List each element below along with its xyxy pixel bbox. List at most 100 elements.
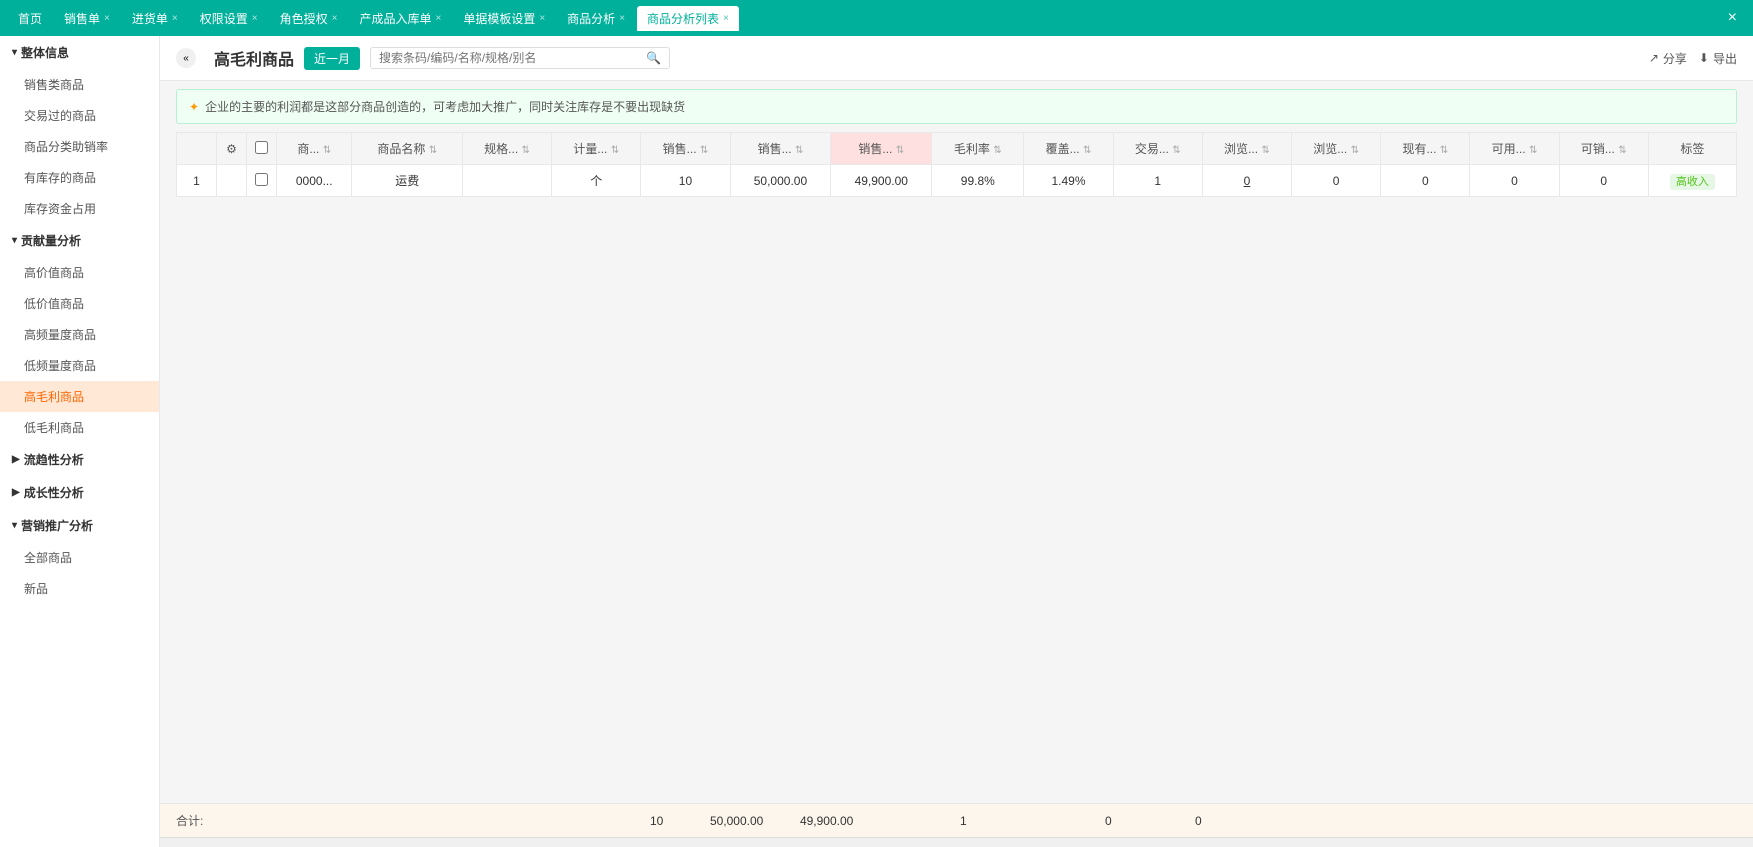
close-all-button[interactable]: ×	[1720, 9, 1745, 27]
sort-icon-amount: ⇅	[795, 145, 803, 156]
sidebar-item-low-freq[interactable]: 低频量度商品	[0, 350, 159, 381]
search-icon[interactable]: 🔍	[646, 51, 661, 65]
sidebar-item-all-goods[interactable]: 全部商品	[0, 542, 159, 573]
sidebar: ▾ 整体信息 销售类商品 交易过的商品 商品分类助销率 有库存的商品 库存资金占…	[0, 36, 160, 847]
close-purchase-tab[interactable]: ×	[172, 13, 178, 24]
sidebar-item-low-margin[interactable]: 低毛利商品	[0, 412, 159, 443]
sidebar-item-low-value[interactable]: 低价值商品	[0, 288, 159, 319]
col-sales-profit[interactable]: 销售... ⇅	[831, 133, 932, 165]
cell-unit: 个	[552, 165, 641, 197]
col-gross-margin[interactable]: 毛利率 ⇅	[932, 133, 1024, 165]
settings-icon[interactable]: ⚙	[226, 142, 237, 156]
cell-sales-qty: 10	[641, 165, 730, 197]
cell-checkbox[interactable]	[247, 165, 277, 197]
sidebar-items-marketing: 全部商品 新品	[0, 542, 159, 604]
sidebar-item-high-margin[interactable]: 高毛利商品	[0, 381, 159, 412]
table-row: 1 0000... 运费 个 10 50,000.00 49,900.00 99…	[177, 165, 1737, 197]
main-layout: ▾ 整体信息 销售类商品 交易过的商品 商品分类助销率 有库存的商品 库存资金占…	[0, 36, 1753, 847]
col-spec[interactable]: 规格... ⇅	[462, 133, 551, 165]
sort-icon-transaction: ⇅	[1172, 145, 1180, 156]
footer-cells: 10 50,000.00 49,900.00 1 0 0	[223, 814, 1737, 828]
footer-bar: 合计: 10 50,000.00 49,900.00 1 0 0	[160, 803, 1753, 837]
sidebar-items-contribution: 高价值商品 低价值商品 高频量度商品 低频量度商品 高毛利商品 低毛利商品	[0, 257, 159, 443]
sort-icon-profit: ⇅	[896, 145, 904, 156]
nav-tab-sales[interactable]: 销售单 ×	[54, 6, 120, 31]
content-header: « 高毛利商品 近一月 🔍 ↗ 分享 ⬇ 导出	[160, 36, 1753, 81]
row-checkbox[interactable]	[255, 173, 268, 186]
close-template-tab[interactable]: ×	[539, 13, 545, 24]
close-analysis-list-tab[interactable]: ×	[723, 13, 729, 24]
sidebar-item-stock-capital[interactable]: 库存资金占用	[0, 193, 159, 224]
sidebar-group-trend[interactable]: ▶ 流趋性分析	[0, 443, 159, 476]
info-icon: ✦	[189, 100, 199, 114]
sidebar-item-sales-goods[interactable]: 销售类商品	[0, 69, 159, 100]
col-sales-qty[interactable]: 销售... ⇅	[641, 133, 730, 165]
col-saleable-stock[interactable]: 可销... ⇅	[1559, 133, 1648, 165]
select-all-checkbox[interactable]	[255, 141, 268, 154]
col-name[interactable]: 商品名称 ⇅	[352, 133, 462, 165]
footer-transaction: 1	[863, 814, 1063, 828]
sidebar-group-overview[interactable]: ▾ 整体信息	[0, 36, 159, 69]
cell-coverage: 1.49%	[1024, 165, 1113, 197]
col-settings[interactable]: ⚙	[217, 133, 247, 165]
nav-tab-home[interactable]: 首页	[8, 6, 52, 31]
sort-icon-views1: ⇅	[1261, 145, 1269, 156]
time-filter-button[interactable]: 近一月	[304, 47, 360, 70]
col-views1[interactable]: 浏览... ⇅	[1202, 133, 1291, 165]
content-area: « 高毛利商品 近一月 🔍 ↗ 分享 ⬇ 导出 ✦ 企业的主要的利润都是这部	[160, 36, 1753, 847]
close-sales-tab[interactable]: ×	[104, 13, 110, 24]
col-coverage[interactable]: 覆盖... ⇅	[1024, 133, 1113, 165]
table-wrapper[interactable]: ⚙ 商... ⇅ 商品名称 ⇅	[160, 132, 1753, 803]
tag-badge: 高收入	[1670, 174, 1715, 190]
sidebar-item-high-value[interactable]: 高价值商品	[0, 257, 159, 288]
sidebar-item-category-rate[interactable]: 商品分类助销率	[0, 131, 159, 162]
sidebar-item-stocked-goods[interactable]: 有库存的商品	[0, 162, 159, 193]
col-unit[interactable]: 计量... ⇅	[552, 133, 641, 165]
col-current-stock[interactable]: 现有... ⇅	[1381, 133, 1470, 165]
collapse-sidebar-button[interactable]: «	[176, 48, 196, 68]
footer-current-stock: 0	[1063, 814, 1153, 828]
sidebar-group-contribution[interactable]: ▾ 贡献量分析	[0, 224, 159, 257]
export-button[interactable]: ⬇ 导出	[1699, 50, 1737, 67]
col-checkbox[interactable]	[247, 133, 277, 165]
nav-tab-purchase[interactable]: 进货单 ×	[122, 6, 188, 31]
sidebar-item-high-freq[interactable]: 高频量度商品	[0, 319, 159, 350]
arrow-icon: ▾	[12, 47, 17, 58]
nav-tab-analysis-list[interactable]: 商品分析列表 ×	[637, 6, 739, 31]
sidebar-group-growth[interactable]: ▶ 成长性分析	[0, 476, 159, 509]
arrow-icon-2: ▾	[12, 235, 17, 246]
arrow-icon-5: ▾	[12, 520, 17, 531]
sidebar-item-new-goods[interactable]: 新品	[0, 573, 159, 604]
nav-tab-analysis[interactable]: 商品分析 ×	[557, 6, 635, 31]
col-available-stock[interactable]: 可用... ⇅	[1470, 133, 1559, 165]
close-permission-tab[interactable]: ×	[252, 13, 258, 24]
nav-tab-template[interactable]: 单据模板设置 ×	[453, 6, 555, 31]
horizontal-scrollbar[interactable]	[160, 837, 1753, 847]
col-tag[interactable]: 标签	[1648, 133, 1736, 165]
sort-icon-unit: ⇅	[611, 145, 619, 156]
cell-views1[interactable]: 0	[1202, 165, 1291, 197]
footer-available-stock: 0	[1153, 814, 1243, 828]
close-product-in-tab[interactable]: ×	[435, 13, 441, 24]
col-sales-amount[interactable]: 销售... ⇅	[730, 133, 831, 165]
nav-tab-product-in[interactable]: 产成品入库单 ×	[349, 6, 451, 31]
close-role-tab[interactable]: ×	[332, 13, 338, 24]
sort-icon-current: ⇅	[1440, 145, 1448, 156]
cell-name: 运费	[352, 165, 462, 197]
cell-saleable-stock: 0	[1559, 165, 1648, 197]
sidebar-item-traded-goods[interactable]: 交易过的商品	[0, 100, 159, 131]
data-table: ⚙ 商... ⇅ 商品名称 ⇅	[176, 132, 1737, 197]
col-transaction[interactable]: 交易... ⇅	[1113, 133, 1202, 165]
nav-tab-permission[interactable]: 权限设置 ×	[190, 6, 268, 31]
close-analysis-tab[interactable]: ×	[619, 13, 625, 24]
col-views2[interactable]: 浏览... ⇅	[1292, 133, 1381, 165]
nav-tab-role[interactable]: 角色授权 ×	[270, 6, 348, 31]
footer-sales-amount: 50,000.00	[683, 814, 773, 828]
sidebar-group-marketing[interactable]: ▾ 营销推广分析	[0, 509, 159, 542]
footer-sales-profit: 49,900.00	[773, 814, 863, 828]
col-code[interactable]: 商... ⇅	[277, 133, 352, 165]
search-input[interactable]	[379, 51, 646, 65]
share-button[interactable]: ↗ 分享	[1649, 50, 1687, 67]
sort-icon-margin: ⇅	[993, 145, 1001, 156]
table-header-row: ⚙ 商... ⇅ 商品名称 ⇅	[177, 133, 1737, 165]
